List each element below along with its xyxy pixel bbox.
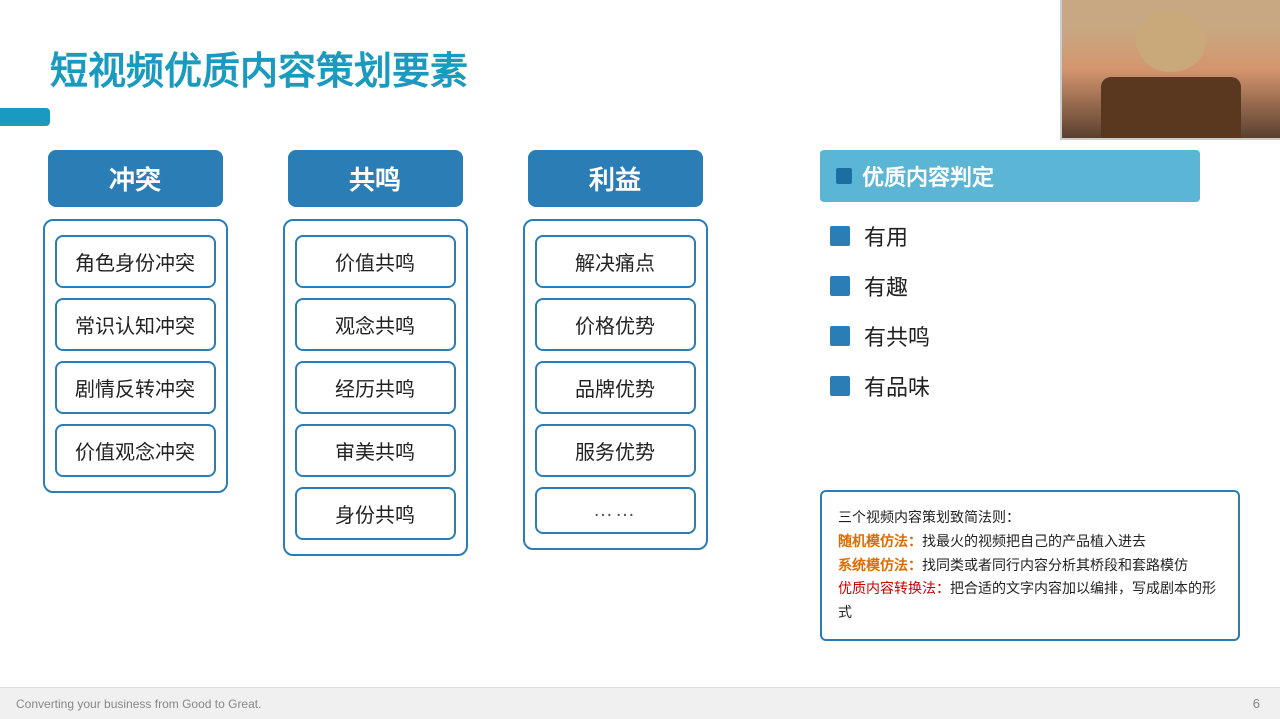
note-line1-text: 找最火的视频把自己的产品植入进去 xyxy=(922,533,1146,549)
note-title-text: 三个视频内容策划致简法则： xyxy=(838,509,1020,525)
quality-item-2-label: 有趣 xyxy=(864,270,908,302)
footer-page-number: 6 xyxy=(1253,696,1260,711)
column-resonance-header: 共鸣 xyxy=(288,150,463,207)
benefit-item-1: 解决痛点 xyxy=(535,235,696,288)
bottom-bar: Converting your business from Good to Gr… xyxy=(0,687,1280,719)
benefit-item-2: 价格优势 xyxy=(535,298,696,351)
quality-item-2-icon xyxy=(830,276,850,296)
footer-left-text: Converting your business from Good to Gr… xyxy=(16,697,261,711)
column-resonance: 共鸣 价值共鸣 观念共鸣 经历共鸣 审美共鸣 身份共鸣 xyxy=(280,150,470,556)
note-box: 三个视频内容策划致简法则： 随机模仿法：找最火的视频把自己的产品植入进去 系统模… xyxy=(820,490,1240,641)
quality-item-1-label: 有用 xyxy=(864,220,908,252)
column-benefit-header: 利益 xyxy=(528,150,703,207)
column-conflict: 冲突 角色身份冲突 常识认知冲突 剧情反转冲突 价值观念冲突 xyxy=(40,150,230,556)
note-line2-label: 系统模仿法： xyxy=(838,557,922,573)
slide-area: 短视频优质内容策划要素 冲突 角色身份冲突 常识认知冲突 剧情反转冲突 价值观念… xyxy=(0,0,1280,719)
column-conflict-header: 冲突 xyxy=(48,150,223,207)
note-line3: 优质内容转换法：把合适的文字内容加以编排，写成剧本的形式 xyxy=(838,577,1222,625)
quality-item-4-icon xyxy=(830,376,850,396)
conflict-item-1: 角色身份冲突 xyxy=(55,235,216,288)
note-line1-label: 随机模仿法： xyxy=(838,533,922,549)
quality-item-2: 有趣 xyxy=(830,270,1240,302)
resonance-item-2: 观念共鸣 xyxy=(295,298,456,351)
quality-header-label: 优质内容判定 xyxy=(862,160,994,192)
benefit-item-4: 服务优势 xyxy=(535,424,696,477)
column-resonance-box: 价值共鸣 观念共鸣 经历共鸣 审美共鸣 身份共鸣 xyxy=(283,219,468,556)
columns-container: 冲突 角色身份冲突 常识认知冲突 剧情反转冲突 价值观念冲突 共鸣 价值共鸣 观… xyxy=(40,150,710,556)
conflict-item-4: 价值观念冲突 xyxy=(55,424,216,477)
resonance-item-1: 价值共鸣 xyxy=(295,235,456,288)
quality-item-3-icon xyxy=(830,326,850,346)
column-benefit-box: 解决痛点 价格优势 品牌优势 服务优势 …… xyxy=(523,219,708,550)
quality-list: 有用 有趣 有共鸣 有品味 xyxy=(820,220,1240,402)
note-line3-label: 优质内容转换法： xyxy=(838,580,950,596)
benefit-item-3: 品牌优势 xyxy=(535,361,696,414)
quality-item-3-label: 有共鸣 xyxy=(864,320,930,352)
quality-item-4: 有品味 xyxy=(830,370,1240,402)
webcam-person xyxy=(1062,0,1280,138)
right-panel: 优质内容判定 有用 有趣 有共鸣 有品味 xyxy=(820,150,1240,422)
conflict-item-3: 剧情反转冲突 xyxy=(55,361,216,414)
resonance-item-3: 经历共鸣 xyxy=(295,361,456,414)
note-line2-text: 找同类或者同行内容分析其桥段和套路模仿 xyxy=(922,557,1188,573)
note-title: 三个视频内容策划致简法则： xyxy=(838,506,1222,530)
slide-title: 短视频优质内容策划要素 xyxy=(50,40,468,95)
quality-item-3: 有共鸣 xyxy=(830,320,1240,352)
column-benefit: 利益 解决痛点 价格优势 品牌优势 服务优势 …… xyxy=(520,150,710,556)
quality-item-1-icon xyxy=(830,226,850,246)
webcam-overlay xyxy=(1060,0,1280,140)
quality-item-4-label: 有品味 xyxy=(864,370,930,402)
benefit-item-5: …… xyxy=(535,487,696,534)
note-line2: 系统模仿法：找同类或者同行内容分析其桥段和套路模仿 xyxy=(838,554,1222,578)
conflict-item-2: 常识认知冲突 xyxy=(55,298,216,351)
resonance-item-4: 审美共鸣 xyxy=(295,424,456,477)
note-line1: 随机模仿法：找最火的视频把自己的产品植入进去 xyxy=(838,530,1222,554)
quality-header-icon xyxy=(836,168,852,184)
resonance-item-5: 身份共鸣 xyxy=(295,487,456,540)
quality-item-1: 有用 xyxy=(830,220,1240,252)
title-accent xyxy=(0,108,50,126)
column-conflict-box: 角色身份冲突 常识认知冲突 剧情反转冲突 价值观念冲突 xyxy=(43,219,228,493)
quality-header: 优质内容判定 xyxy=(820,150,1200,202)
